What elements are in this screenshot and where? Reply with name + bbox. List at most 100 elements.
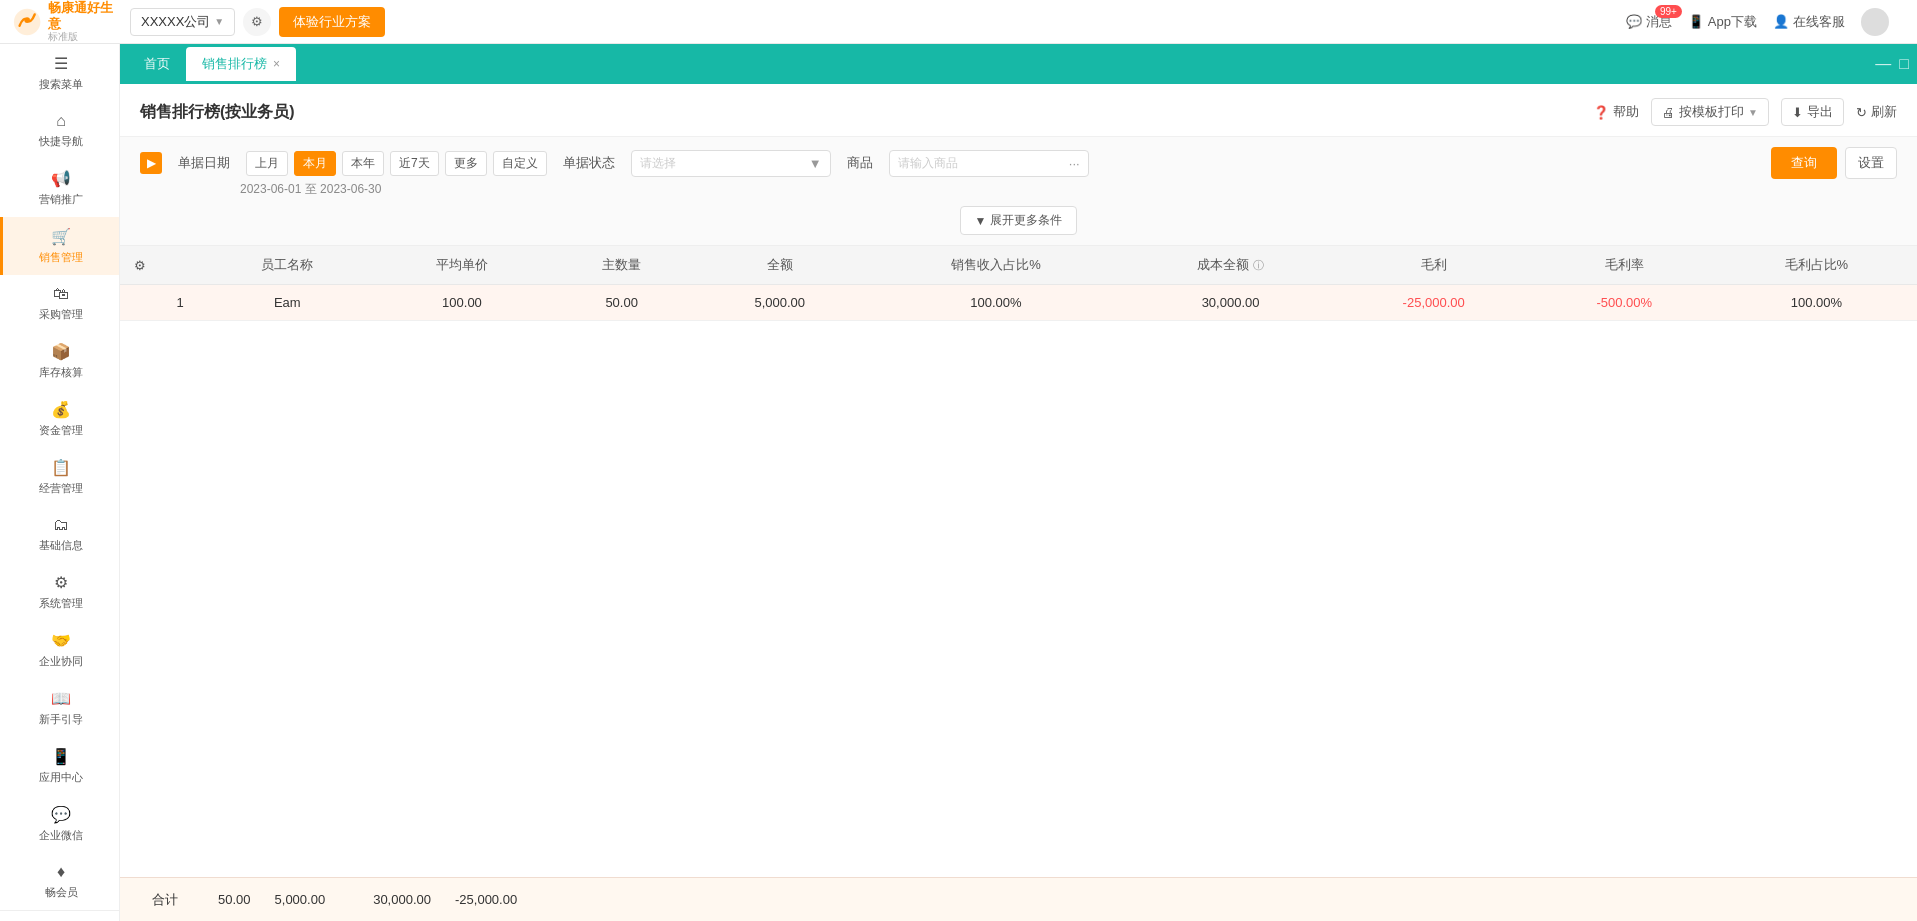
footer-profit-rate (529, 896, 553, 904)
date-btn-current-month[interactable]: 本月 (294, 151, 336, 176)
tab-sales-ranking-label: 销售排行榜 (202, 55, 267, 73)
sidebar-item-label: 基础信息 (39, 538, 83, 553)
message-button[interactable]: 💬 消息 99+ (1626, 13, 1672, 31)
topbar-settings-button[interactable]: ⚙ (243, 8, 271, 36)
app-download-button[interactable]: 📱 App下载 (1688, 13, 1757, 31)
sidebar-item-member[interactable]: ♦ 畅会员 (0, 853, 119, 910)
date-range-text: 2023-06-01 至 2023-06-30 (240, 182, 381, 196)
sidebar-item-label: 系统管理 (39, 596, 83, 611)
footer-total-label: 合计 (132, 891, 182, 909)
sidebar-bottom: ⚙ ◀ (0, 910, 119, 921)
cell-main-qty: 50.00 (549, 285, 694, 321)
cell-rank: 1 (160, 285, 200, 321)
print-dropdown-icon: ▼ (1748, 107, 1758, 118)
sales-icon: 🛒 (51, 227, 71, 246)
footer-profit-pct (553, 896, 577, 904)
settings-button[interactable]: 设置 (1845, 147, 1897, 179)
sidebar-item-base[interactable]: 🗂 基础信息 (0, 506, 119, 563)
sidebar-item-label: 企业协同 (39, 654, 83, 669)
sidebar-item-sales[interactable]: 🛒 销售管理 (0, 217, 119, 275)
logo-title: 畅康通好生意 (48, 0, 122, 31)
goods-filter-label: 商品 (847, 154, 873, 172)
sidebar-item-label: 新手引导 (39, 712, 83, 727)
cell-sales-pct: 100.00% (865, 285, 1126, 321)
cell-name: Eam (200, 285, 375, 321)
footer-amount: 5,000.00 (263, 888, 338, 911)
tab-minimize-button[interactable]: — (1875, 55, 1891, 73)
sidebar-item-label: 企业微信 (39, 828, 83, 843)
sidebar-item-search[interactable]: ☰ 搜索菜单 (0, 44, 119, 102)
gear-icon: ⚙ (251, 14, 263, 29)
cost-hint-icon: ⓘ (1253, 259, 1264, 271)
svg-point-1 (24, 17, 30, 23)
filter-area: ▶ 单据日期 上月 本月 本年 近7天 更多 自定义 单据状态 (120, 137, 1917, 246)
sidebar-item-operation[interactable]: 📋 经营管理 (0, 448, 119, 506)
sidebar-item-enterprise[interactable]: 🤝 企业协同 (0, 621, 119, 679)
status-dropdown-icon: ▼ (809, 156, 822, 171)
date-btn-7days[interactable]: 近7天 (390, 151, 439, 176)
print-button[interactable]: 🖨 按模板打印 ▼ (1651, 98, 1769, 126)
sidebar-item-wechat[interactable]: 💬 企业微信 (0, 795, 119, 853)
company-selector[interactable]: XXXXX公司 ▼ (130, 8, 235, 36)
system-icon: ⚙ (54, 573, 68, 592)
sidebar-item-apps[interactable]: 📱 应用中心 (0, 737, 119, 795)
col-amount: 全额 (694, 246, 865, 285)
footer-sales-pct (337, 896, 361, 904)
member-icon: ♦ (57, 863, 65, 881)
online-service-button[interactable]: 👤 在线客服 (1773, 13, 1845, 31)
sidebar-item-marketing[interactable]: 📢 营销推广 (0, 159, 119, 217)
app-icon: 📱 (1688, 14, 1704, 29)
table-settings-icon[interactable]: ⚙ (134, 258, 146, 273)
col-profit-pct: 毛利占比% (1716, 246, 1917, 285)
footer-main-qty: 50.00 (206, 888, 263, 911)
top-bar-left: 畅康通好生意 标准版 XXXXX公司 ▼ ⚙ 体验行业方案 (12, 0, 385, 43)
tab-close-icon[interactable]: × (273, 57, 280, 71)
help-button[interactable]: ❓ 帮助 (1593, 103, 1639, 121)
expand-filters-button[interactable]: ▼ 展开更多条件 (960, 206, 1078, 235)
logo-area: 畅康通好生意 标准版 (12, 0, 122, 43)
filter-toggle-button[interactable]: ▶ (140, 152, 162, 174)
main-layout: ☰ 搜索菜单 ⌂ 快捷导航 📢 营销推广 🛒 销售管理 🛍 采购管理 📦 库 (0, 44, 1917, 921)
cell-amount: 5,000.00 (694, 285, 865, 321)
tab-home[interactable]: 首页 (128, 47, 186, 81)
trial-button[interactable]: 体验行业方案 (279, 7, 385, 37)
col-sales-pct: 销售收入占比% (865, 246, 1126, 285)
export-button[interactable]: ⬇ 导出 (1781, 98, 1844, 126)
date-btn-custom[interactable]: 自定义 (493, 151, 547, 176)
operation-icon: 📋 (51, 458, 71, 477)
sidebar-item-system[interactable]: ⚙ 系统管理 (0, 563, 119, 621)
footer-cost: 30,000.00 (361, 888, 443, 911)
col-rank (160, 246, 200, 285)
top-bar-right: 💬 消息 99+ 📱 App下载 👤 在线客服 (1626, 8, 1905, 36)
sidebar-item-quick-nav[interactable]: ⌂ 快捷导航 (0, 102, 119, 159)
tab-maximize-button[interactable]: □ (1899, 55, 1909, 73)
date-btn-prev-month[interactable]: 上月 (246, 151, 288, 176)
sidebar-item-guide[interactable]: 📖 新手引导 (0, 679, 119, 737)
home-icon: ⌂ (56, 112, 66, 130)
guide-icon: 📖 (51, 689, 71, 708)
print-icon: 🖨 (1662, 105, 1675, 120)
cell-settings (120, 285, 160, 321)
finance-icon: 💰 (51, 400, 71, 419)
query-button[interactable]: 查询 (1771, 147, 1837, 179)
sidebar: ☰ 搜索菜单 ⌂ 快捷导航 📢 营销推广 🛒 销售管理 🛍 采购管理 📦 库 (0, 44, 120, 921)
filter-row-1: ▶ 单据日期 上月 本月 本年 近7天 更多 自定义 单据状态 (140, 147, 1897, 179)
date-btn-more[interactable]: 更多 (445, 151, 487, 176)
sidebar-item-finance[interactable]: 💰 资金管理 (0, 390, 119, 448)
sidebar-item-purchase[interactable]: 🛍 采购管理 (0, 275, 119, 332)
tab-home-label: 首页 (144, 55, 170, 73)
apps-icon: 📱 (51, 747, 71, 766)
col-settings: ⚙ (120, 246, 160, 285)
refresh-button[interactable]: ↻ 刷新 (1856, 103, 1897, 121)
search-menu-icon: ☰ (54, 54, 68, 73)
date-filter-label: 单据日期 (178, 154, 230, 172)
tab-sales-ranking[interactable]: 销售排行榜 × (186, 47, 296, 81)
page-header: 销售排行榜(按业务员) ❓ 帮助 🖨 按模板打印 ▼ ⬇ (120, 84, 1917, 137)
status-select[interactable]: 请选择 ▼ (631, 150, 831, 177)
date-btn-current-year[interactable]: 本年 (342, 151, 384, 176)
table-header-row: ⚙ 员工名称 平均单价 主数量 全额 销售收入占比% 成本全额 ⓘ 毛利 毛 (120, 246, 1917, 285)
goods-input[interactable]: 请输入商品 ··· (889, 150, 1089, 177)
col-profit-rate: 毛利率 (1533, 246, 1716, 285)
avatar[interactable] (1861, 8, 1889, 36)
sidebar-item-inventory[interactable]: 📦 库存核算 (0, 332, 119, 390)
